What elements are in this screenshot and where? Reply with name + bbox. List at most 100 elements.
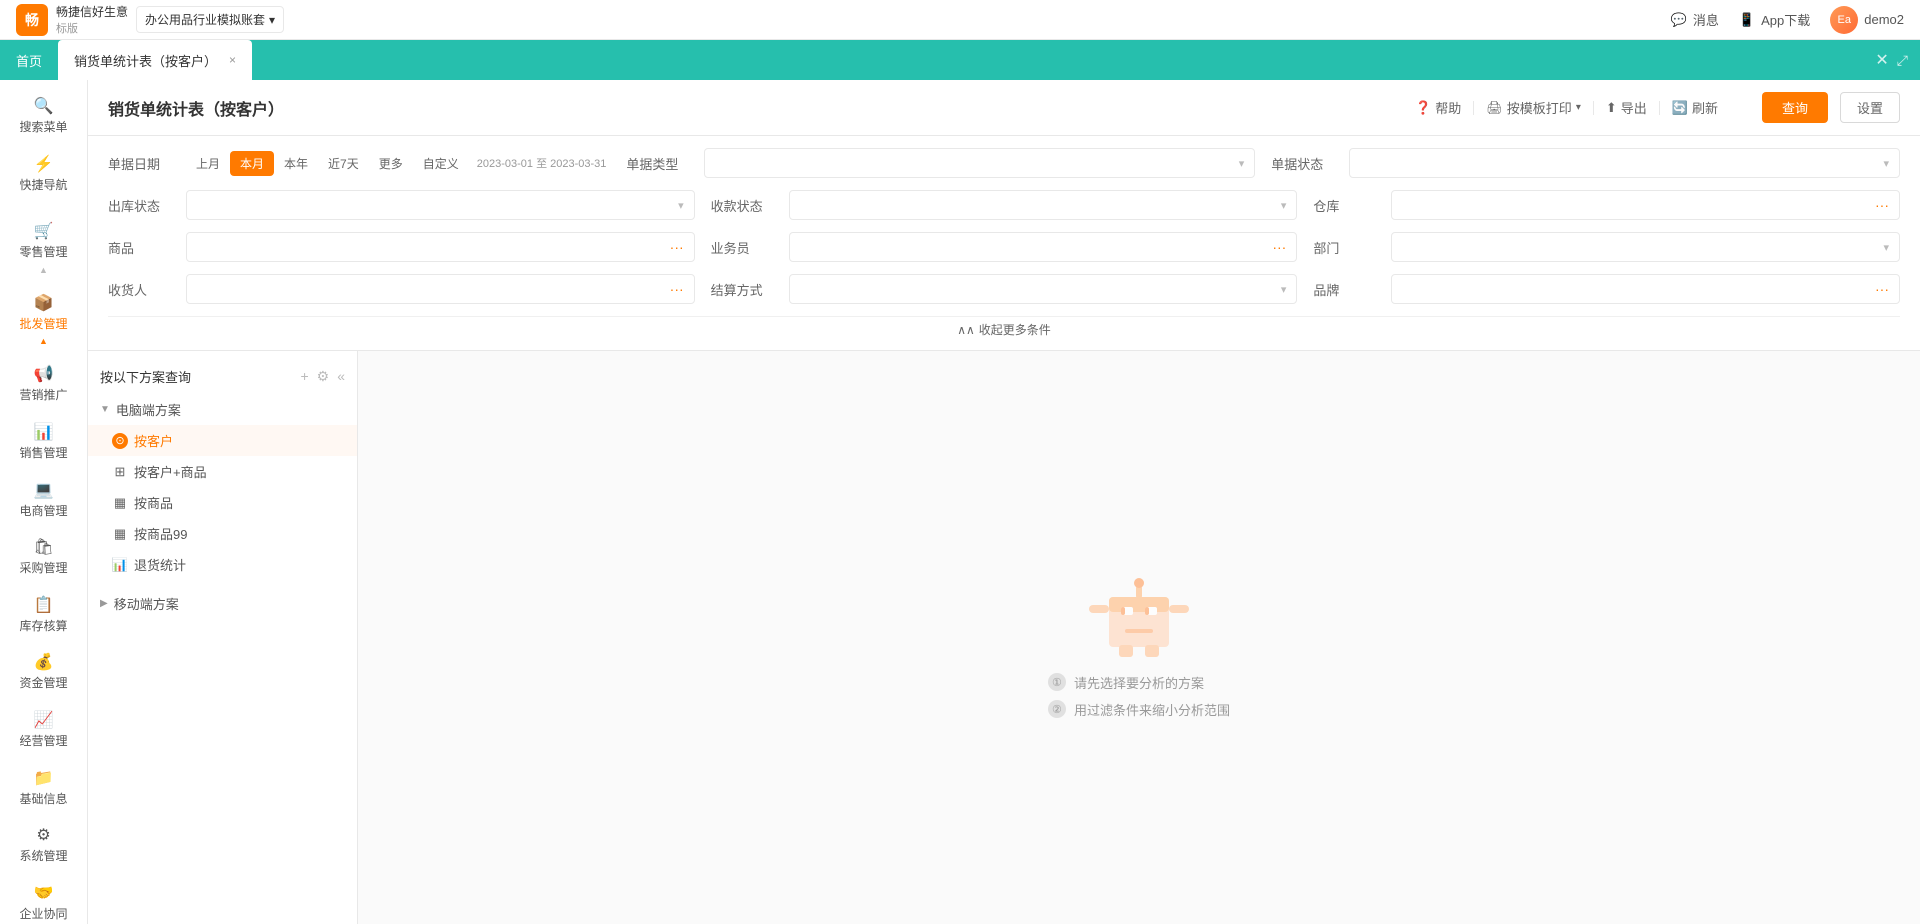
export-button[interactable]: ⬆ 导出 xyxy=(1606,98,1647,117)
empty-state: ① 请先选择要分析的方案 ② 用过滤条件来缩小分析范围 xyxy=(1048,557,1230,719)
filter-salesperson: 业务员 ··· xyxy=(711,232,1298,262)
enterprise-icon: 🤝 xyxy=(34,883,54,903)
collapse-panel-icon[interactable]: « xyxy=(337,368,345,385)
goods-input[interactable]: ··· xyxy=(186,232,695,262)
date-more-btn[interactable]: 更多 xyxy=(369,151,413,176)
date-prev-btn[interactable]: 上月 xyxy=(186,151,230,176)
sidebar-item-enterprise[interactable]: 🤝 企业协同 xyxy=(4,875,84,924)
left-panel-title: 按以下方案查询 xyxy=(100,367,191,386)
message-button[interactable]: 💬 消息 xyxy=(1671,10,1719,29)
quick-nav-icon: ⚡ xyxy=(34,154,54,174)
sidebar-item-search[interactable]: 🔍 搜索菜单 xyxy=(4,88,84,144)
sidebar: 🔍 搜索菜单 ⚡ 快捷导航 🛒 零售管理 ▲ 📦 批发管理 ▲ 📢 营销推广 📊… xyxy=(0,80,88,924)
filter-goods: 商品 ··· xyxy=(108,232,695,262)
maximize-icon[interactable]: ⤢ xyxy=(1897,52,1908,69)
sidebar-item-wholesale[interactable]: 📦 批发管理 ▲ xyxy=(4,285,84,355)
tree-item-returns[interactable]: 📊 退货统计 xyxy=(88,549,357,580)
date-7-btn[interactable]: 近7天 xyxy=(318,151,369,176)
topbar-left: 畅 畅捷信好生意 标版 办公用品行业模拟账套 ▾ xyxy=(16,3,284,36)
add-scheme-icon[interactable]: + xyxy=(300,368,308,385)
marketing-icon: 📢 xyxy=(34,364,54,384)
tree-item-by-goods-99[interactable]: ▦ 按商品99 xyxy=(88,518,357,549)
refresh-button[interactable]: 🔄 刷新 xyxy=(1672,98,1718,117)
out-status-label: 出库状态 xyxy=(108,196,178,215)
query-button[interactable]: 查询 xyxy=(1762,92,1828,123)
sidebar-item-finance[interactable]: 💰 资金管理 xyxy=(4,644,84,700)
hint-item-2: ② 用过滤条件来缩小分析范围 xyxy=(1048,700,1230,719)
sidebar-item-ecommerce[interactable]: 💻 电商管理 xyxy=(4,472,84,528)
topbar: 畅 畅捷信好生意 标版 办公用品行业模拟账套 ▾ 💬 消息 📱 App下载 Ea… xyxy=(0,0,1920,40)
goods-label: 商品 xyxy=(108,238,178,257)
user-profile[interactable]: Ea demo2 xyxy=(1830,6,1904,34)
salesperson-input[interactable]: ··· xyxy=(789,232,1298,262)
export-icon: ⬆ xyxy=(1606,100,1617,116)
tree-item-by-goods[interactable]: ▦ 按商品 xyxy=(88,487,357,518)
sidebar-item-quick-nav[interactable]: ⚡ 快捷导航 xyxy=(4,146,84,202)
sidebar-item-sales[interactable]: 📊 销售管理 xyxy=(4,414,84,470)
customer-goods-icon: ⊞ xyxy=(112,464,128,480)
doc-type-chevron: ▾ xyxy=(1239,157,1245,170)
filter-row-1: 单据日期 上月 本月 本年 近7天 更多 自定义 2023-03-01 至 20… xyxy=(108,148,1900,178)
purchase-icon: 🛍 xyxy=(33,537,53,557)
filter-row-2: 出库状态 ▾ 收款状态 ▾ 仓库 xyxy=(108,190,1900,220)
tab-home[interactable]: 首页 xyxy=(0,40,58,80)
out-status-dropdown[interactable]: ▾ xyxy=(186,190,695,220)
app-download-button[interactable]: 📱 App下载 xyxy=(1739,10,1810,29)
scheme-settings-icon[interactable]: ⚙ xyxy=(317,368,330,385)
by-goods-icon: ▦ xyxy=(112,495,128,511)
recipient-dots: ··· xyxy=(670,281,684,297)
message-icon: 💬 xyxy=(1671,12,1687,28)
filter-warehouse: 仓库 ··· xyxy=(1313,190,1900,220)
settings-button[interactable]: 设置 xyxy=(1840,92,1900,123)
date-custom-btn[interactable]: 自定义 xyxy=(413,151,469,176)
expand-icon-2: ▲ xyxy=(39,336,48,346)
print-button[interactable]: 🖨 按模板打印 ▾ xyxy=(1486,98,1581,117)
collapse-label: 收起更多条件 xyxy=(979,321,1051,338)
dept-label: 部门 xyxy=(1313,238,1383,257)
hint-num-1: ① xyxy=(1048,673,1066,691)
goods-dots: ··· xyxy=(670,239,684,255)
tree-group-mobile[interactable]: ▶ 移动端方案 xyxy=(88,588,357,619)
hint-item-1: ① 请先选择要分析的方案 xyxy=(1048,673,1230,692)
out-status-chevron: ▾ xyxy=(678,199,684,212)
help-icon: ❓ xyxy=(1415,100,1431,116)
sidebar-item-purchase[interactable]: 🛍 采购管理 xyxy=(4,529,84,585)
left-panel: 按以下方案查询 + ⚙ « ▼ 电脑端方案 ⊙ 按客户 xyxy=(88,351,358,924)
sidebar-item-inventory[interactable]: 📋 库存核算 xyxy=(4,587,84,643)
sidebar-item-operations[interactable]: 📈 经营管理 xyxy=(4,702,84,758)
date-curr-btn[interactable]: 本月 xyxy=(230,151,274,176)
collapse-bar[interactable]: ∧∧ 收起更多条件 xyxy=(108,316,1900,346)
date-year-btn[interactable]: 本年 xyxy=(274,151,318,176)
operations-icon: 📈 xyxy=(34,710,54,730)
doc-type-label: 单据类型 xyxy=(626,154,696,173)
receipt-status-dropdown[interactable]: ▾ xyxy=(789,190,1298,220)
left-panel-header: 按以下方案查询 + ⚙ « xyxy=(88,359,357,394)
sidebar-item-retail[interactable]: 🛒 零售管理 ▲ xyxy=(4,213,84,283)
brand-input[interactable]: ··· xyxy=(1391,274,1900,304)
body-content: 按以下方案查询 + ⚙ « ▼ 电脑端方案 ⊙ 按客户 xyxy=(88,351,1920,924)
sidebar-item-marketing[interactable]: 📢 营销推广 xyxy=(4,356,84,412)
tab-close-icon[interactable]: × xyxy=(229,53,236,67)
retail-icon: 🛒 xyxy=(34,221,54,241)
doc-type-dropdown[interactable]: ▾ xyxy=(704,148,1255,178)
account-dropdown[interactable]: 办公用品行业模拟账套 ▾ xyxy=(136,6,284,33)
sidebar-item-system[interactable]: ⚙ 系统管理 xyxy=(4,817,84,873)
empty-hints: ① 请先选择要分析的方案 ② 用过滤条件来缩小分析范围 xyxy=(1048,673,1230,719)
filter-payment: 结算方式 ▾ xyxy=(711,274,1298,304)
tab-sales-stats[interactable]: 销货单统计表（按客户） × xyxy=(58,40,252,80)
close-window-icon[interactable]: ✕ xyxy=(1875,50,1888,70)
tree-group-pc[interactable]: ▼ 电脑端方案 xyxy=(88,394,357,425)
tree-item-by-customer[interactable]: ⊙ 按客户 xyxy=(88,425,357,456)
dept-dropdown[interactable]: ▾ xyxy=(1391,232,1900,262)
payment-dropdown[interactable]: ▾ xyxy=(789,274,1298,304)
warehouse-input[interactable]: ··· xyxy=(1391,190,1900,220)
recipient-input[interactable]: ··· xyxy=(186,274,695,304)
tree-item-customer-goods[interactable]: ⊞ 按客户+商品 xyxy=(88,456,357,487)
main-layout: 🔍 搜索菜单 ⚡ 快捷导航 🛒 零售管理 ▲ 📦 批发管理 ▲ 📢 营销推广 📊… xyxy=(0,80,1920,924)
tab-controls: ✕ ⤢ xyxy=(1875,50,1920,70)
filter-doc-type: 单据类型 ▾ xyxy=(626,148,1255,178)
help-button[interactable]: ❓ 帮助 xyxy=(1415,98,1461,117)
date-label: 单据日期 xyxy=(108,154,178,173)
doc-status-dropdown[interactable]: ▾ xyxy=(1349,148,1900,178)
sidebar-item-basic-info[interactable]: 📁 基础信息 xyxy=(4,760,84,816)
